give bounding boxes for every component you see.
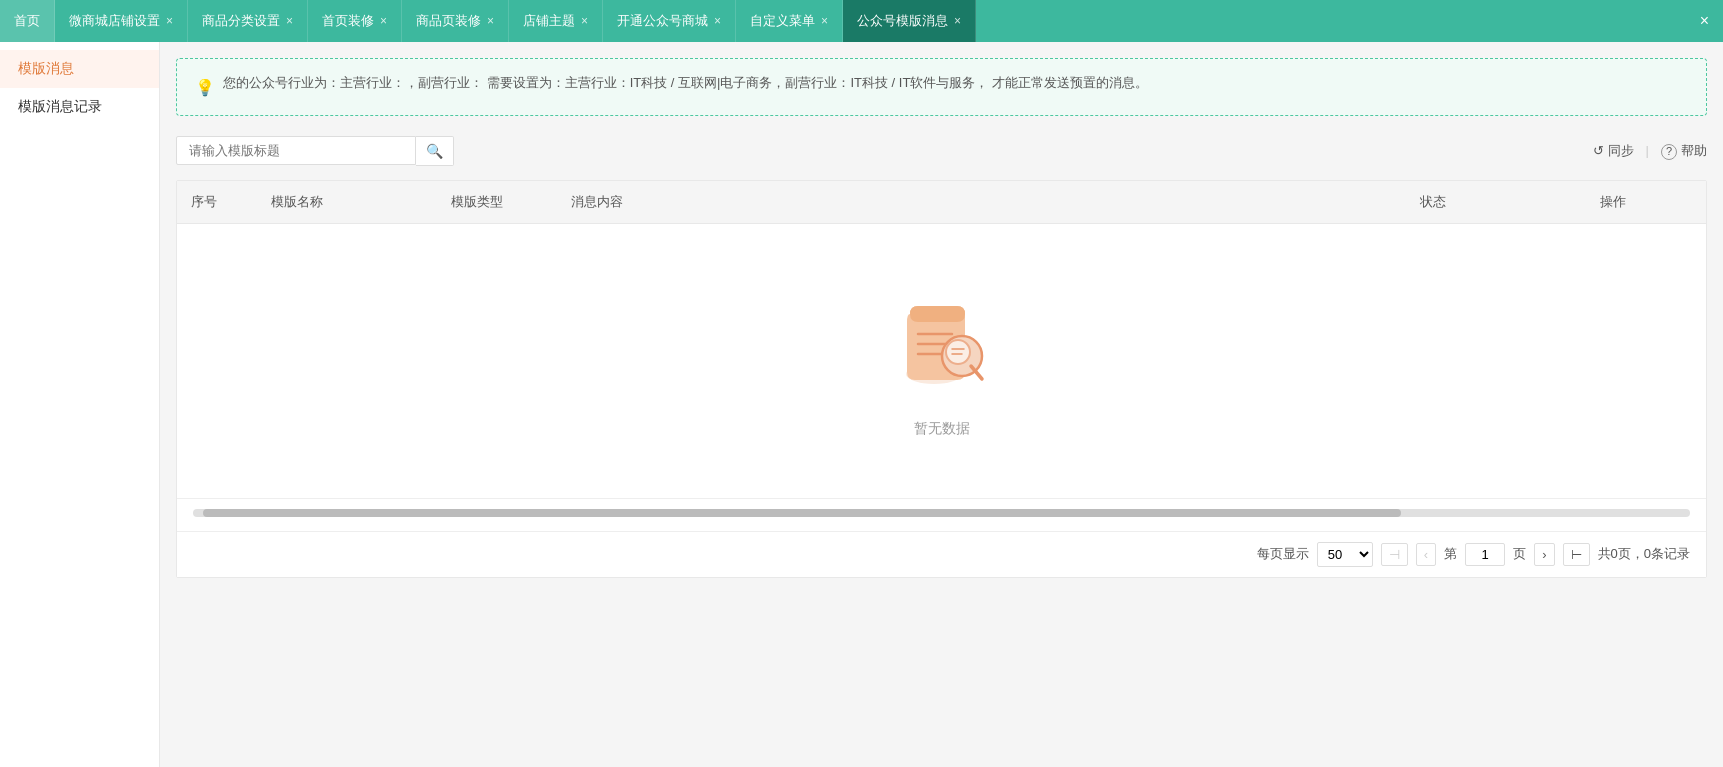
nav-tab-product-decor[interactable]: 商品页装修 × bbox=[402, 0, 509, 42]
nav-tab-custom-menu-close[interactable]: × bbox=[821, 14, 828, 28]
notice-icon: 💡 bbox=[195, 75, 215, 101]
col-header-name: 模版名称 bbox=[257, 181, 437, 223]
search-button[interactable]: 🔍 bbox=[416, 136, 454, 166]
notice-prefix: 您的公众号行业为：主营行业：，副营行业： bbox=[223, 75, 483, 90]
toolbar-right: 同步 | 帮助 bbox=[1593, 142, 1707, 160]
pagination: 每页显示 10 20 50 100 ⊣ ‹ 第 页 › ⊢ 共0页，0条记录 bbox=[177, 531, 1706, 577]
nav-tab-home-decor-label: 首页装修 bbox=[322, 12, 374, 30]
svg-point-5 bbox=[946, 340, 970, 364]
search-bar: 🔍 同步 | 帮助 bbox=[176, 136, 1707, 166]
notice-box: 💡 您的公众号行业为：主营行业：，副营行业： 需要设置为：主营行业：IT科技 /… bbox=[176, 58, 1707, 116]
col-header-type: 模版类型 bbox=[437, 181, 557, 223]
nav-tab-home[interactable]: 首页 bbox=[0, 0, 55, 42]
nav-tab-store-settings[interactable]: 微商城店铺设置 × bbox=[55, 0, 188, 42]
nav-tab-home-decor[interactable]: 首页装修 × bbox=[308, 0, 402, 42]
nav-tab-product-decor-label: 商品页装修 bbox=[416, 12, 481, 30]
nav-tab-template-message[interactable]: 公众号模版消息 × bbox=[843, 0, 976, 42]
col-header-index: 序号 bbox=[177, 181, 257, 223]
nav-tab-product-decor-close[interactable]: × bbox=[487, 14, 494, 28]
toolbar-divider: | bbox=[1646, 143, 1649, 158]
scrollbar-track[interactable] bbox=[193, 509, 1690, 517]
search-icon: 🔍 bbox=[426, 143, 443, 159]
nav-tab-custom-menu[interactable]: 自定义菜单 × bbox=[736, 0, 843, 42]
sidebar: 模版消息 模版消息记录 bbox=[0, 42, 160, 767]
data-table: 序号 模版名称 模版类型 消息内容 状态 操作 bbox=[176, 180, 1707, 578]
empty-state: 暂无数据 bbox=[177, 224, 1706, 498]
sync-label: 同步 bbox=[1608, 143, 1634, 158]
nav-tab-home-label: 首页 bbox=[14, 12, 40, 30]
nav-tab-store-settings-label: 微商城店铺设置 bbox=[69, 12, 160, 30]
close-all-icon: × bbox=[1700, 12, 1709, 30]
nav-tab-theme-label: 店铺主题 bbox=[523, 12, 575, 30]
nav-tab-category-close[interactable]: × bbox=[286, 14, 293, 28]
sidebar-item-template-message-records[interactable]: 模版消息记录 bbox=[0, 88, 159, 126]
nav-tab-category-settings[interactable]: 商品分类设置 × bbox=[188, 0, 308, 42]
sidebar-item-template-message-label: 模版消息 bbox=[18, 60, 74, 76]
notice-suffix: 才能正常发送预置的消息。 bbox=[992, 75, 1148, 90]
last-page-button[interactable]: ⊢ bbox=[1563, 543, 1590, 566]
horizontal-scrollbar[interactable] bbox=[177, 498, 1706, 531]
sidebar-item-template-message-records-label: 模版消息记录 bbox=[18, 98, 102, 114]
nav-tab-theme-close[interactable]: × bbox=[581, 14, 588, 28]
nav-tab-custom-menu-label: 自定义菜单 bbox=[750, 12, 815, 30]
nav-tab-theme[interactable]: 店铺主题 × bbox=[509, 0, 603, 42]
page-size-select[interactable]: 10 20 50 100 bbox=[1317, 542, 1373, 567]
nav-tab-home-decor-close[interactable]: × bbox=[380, 14, 387, 28]
search-input[interactable] bbox=[176, 136, 416, 165]
sync-button[interactable]: 同步 bbox=[1593, 142, 1634, 160]
page-size-label: 每页显示 bbox=[1257, 545, 1309, 563]
empty-illustration bbox=[882, 284, 1002, 404]
first-page-button[interactable]: ⊣ bbox=[1381, 543, 1408, 566]
main-layout: 模版消息 模版消息记录 💡 您的公众号行业为：主营行业：，副营行业： 需要设置为… bbox=[0, 42, 1723, 767]
top-navigation: 首页 微商城店铺设置 × 商品分类设置 × 首页装修 × 商品页装修 × 店铺主… bbox=[0, 0, 1723, 42]
nav-tab-template-message-close[interactable]: × bbox=[954, 14, 961, 28]
nav-tab-template-message-label: 公众号模版消息 bbox=[857, 12, 948, 30]
nav-tab-wechat-mall[interactable]: 开通公众号商城 × bbox=[603, 0, 736, 42]
col-header-action: 操作 bbox=[1586, 181, 1706, 223]
prev-page-button[interactable]: ‹ bbox=[1416, 543, 1436, 566]
help-button[interactable]: 帮助 bbox=[1661, 142, 1707, 160]
sidebar-item-template-message[interactable]: 模版消息 bbox=[0, 50, 159, 88]
nav-tab-wechat-mall-label: 开通公众号商城 bbox=[617, 12, 708, 30]
help-label: 帮助 bbox=[1681, 143, 1707, 158]
col-header-status: 状态 bbox=[1406, 181, 1586, 223]
nav-tab-store-settings-close[interactable]: × bbox=[166, 14, 173, 28]
pagination-summary: 共0页，0条记录 bbox=[1598, 545, 1690, 563]
empty-text: 暂无数据 bbox=[914, 420, 970, 438]
notice-highlight: 需要设置为：主营行业：IT科技 / 互联网|电子商务，副营行业：IT科技 / I… bbox=[487, 75, 989, 90]
close-all-button[interactable]: × bbox=[1686, 0, 1723, 42]
nav-tab-category-settings-label: 商品分类设置 bbox=[202, 12, 280, 30]
content-area: 💡 您的公众号行业为：主营行业：，副营行业： 需要设置为：主营行业：IT科技 /… bbox=[160, 42, 1723, 767]
refresh-icon bbox=[1593, 143, 1608, 158]
nav-tab-wechat-mall-close[interactable]: × bbox=[714, 14, 721, 28]
table-header: 序号 模版名称 模版类型 消息内容 状态 操作 bbox=[177, 181, 1706, 224]
page-number-input[interactable] bbox=[1465, 543, 1505, 566]
notice-text: 您的公众号行业为：主营行业：，副营行业： 需要设置为：主营行业：IT科技 / 互… bbox=[223, 73, 1148, 94]
next-page-button[interactable]: › bbox=[1534, 543, 1554, 566]
scrollbar-thumb[interactable] bbox=[203, 509, 1401, 517]
help-icon bbox=[1661, 143, 1681, 158]
page-word: 第 bbox=[1444, 545, 1457, 563]
col-header-content: 消息内容 bbox=[557, 181, 1406, 223]
page-suffix: 页 bbox=[1513, 545, 1526, 563]
